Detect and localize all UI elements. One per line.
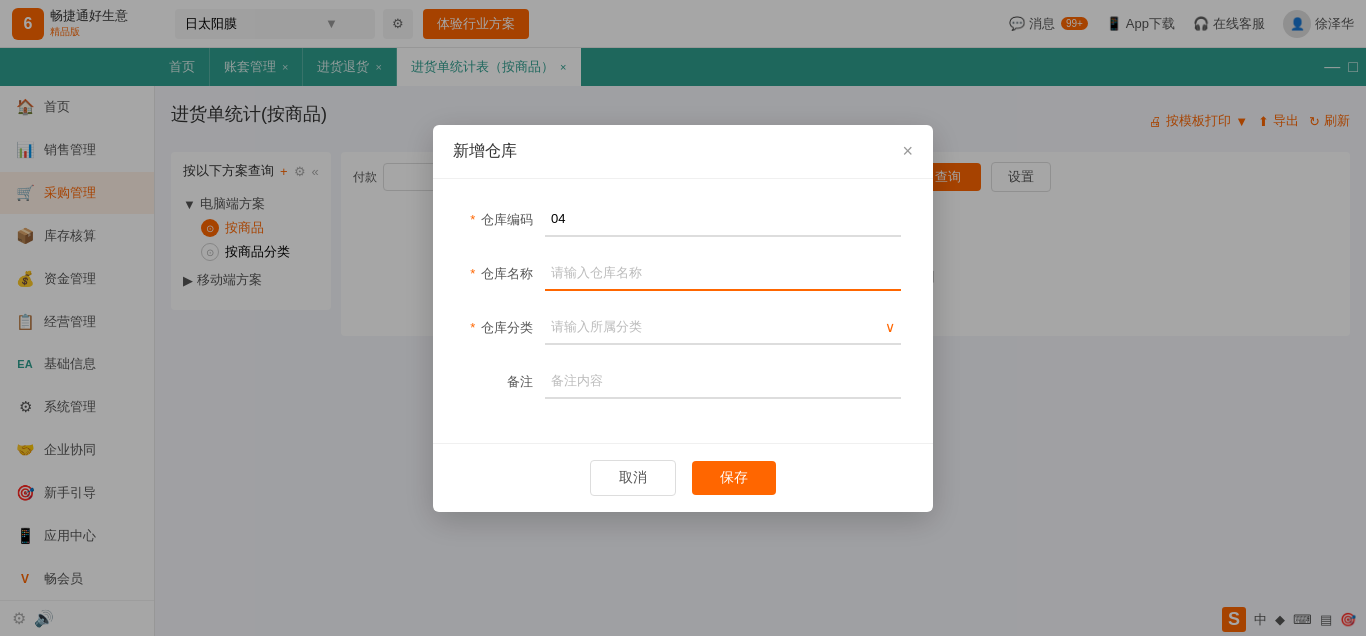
modal-close-button[interactable]: × [902, 141, 913, 162]
modal-header: 新增仓库 × [433, 125, 933, 179]
warehouse-category-select[interactable]: 请输入所属分类 ∨ [545, 311, 901, 345]
warehouse-name-label: * 仓库名称 [465, 265, 545, 283]
required-star-name: * [470, 266, 475, 281]
required-star-category: * [470, 320, 475, 335]
required-star-code: * [470, 212, 475, 227]
modal-title: 新增仓库 [453, 141, 517, 162]
warehouse-code-row: * 仓库编码 [465, 203, 901, 237]
save-button[interactable]: 保存 [692, 461, 776, 495]
new-warehouse-modal: 新增仓库 × * 仓库编码 * 仓库名称 [433, 125, 933, 512]
modal-overlay[interactable]: 新增仓库 × * 仓库编码 * 仓库名称 [0, 0, 1366, 636]
modal-body: * 仓库编码 * 仓库名称 * 仓库分类 请输入 [433, 179, 933, 443]
warehouse-name-input[interactable] [545, 257, 901, 291]
warehouse-category-label: * 仓库分类 [465, 319, 545, 337]
warehouse-note-row: 备注 [465, 365, 901, 399]
warehouse-code-label: * 仓库编码 [465, 211, 545, 229]
warehouse-note-label: 备注 [465, 373, 545, 391]
warehouse-note-input[interactable] [545, 365, 901, 399]
warehouse-name-row: * 仓库名称 [465, 257, 901, 291]
warehouse-category-row: * 仓库分类 请输入所属分类 ∨ [465, 311, 901, 345]
warehouse-category-placeholder: 请输入所属分类 [551, 318, 642, 336]
modal-footer: 取消 保存 [433, 443, 933, 512]
warehouse-code-input[interactable] [545, 203, 901, 237]
category-dropdown-arrow: ∨ [885, 319, 895, 335]
cancel-button[interactable]: 取消 [590, 460, 676, 496]
